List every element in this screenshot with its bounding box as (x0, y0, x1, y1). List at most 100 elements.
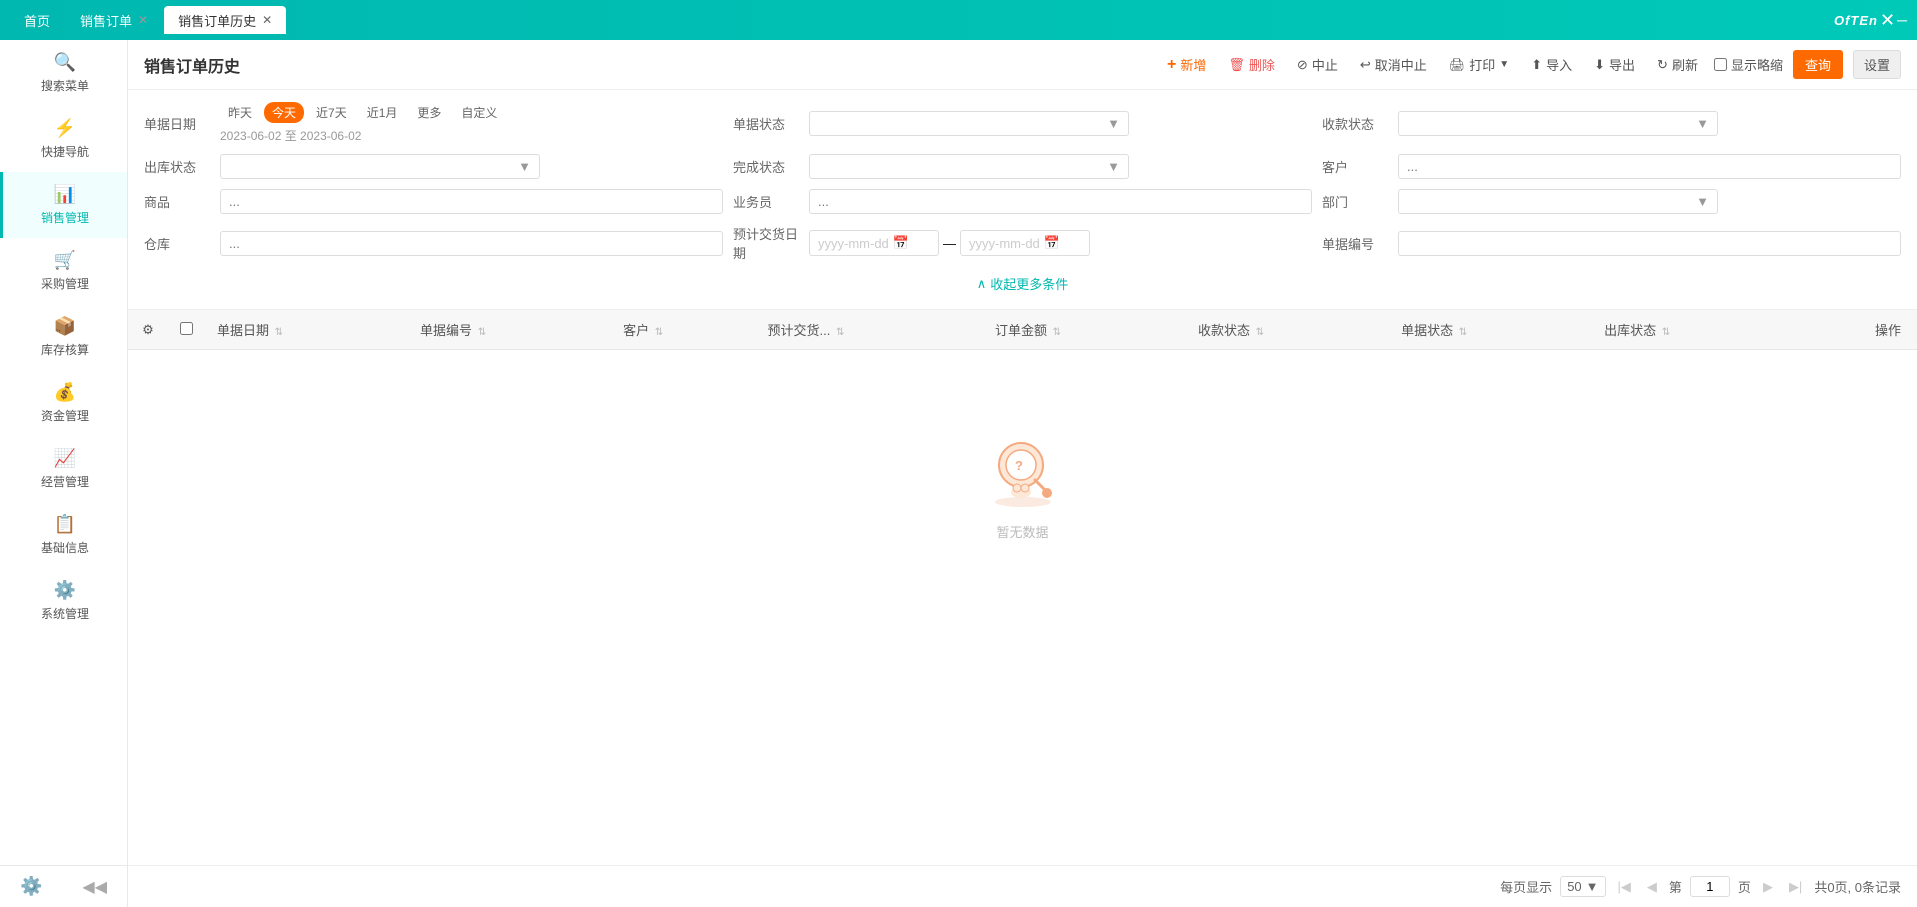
page-title: 销售订单历史 (144, 53, 240, 77)
collapse-label: 收起更多条件 (990, 274, 1068, 293)
data-table: ⚙ 单据日期 ⇅ 单据编号 ⇅ 客户 ⇅ (128, 310, 1917, 621)
col-expected-date-sort-icon: ⇅ (836, 327, 844, 338)
col-order-no[interactable]: 单据编号 ⇅ (408, 310, 611, 350)
col-amount[interactable]: 订单金额 ⇅ (983, 310, 1186, 350)
col-operation-label: 操作 (1875, 323, 1901, 338)
tab-sales-order-history-close[interactable]: ✕ (262, 13, 272, 27)
filter-complete-arrow: ▼ (1107, 159, 1120, 174)
top-bar-actions: OfTEn (1834, 13, 1878, 28)
sidebar-item-stock-check[interactable]: 📦 库存核算 (0, 304, 127, 370)
filter-warehouse-label: 仓库 (144, 234, 214, 253)
col-order-no-label: 单据编号 (420, 323, 472, 338)
display-cols-checkbox[interactable] (1714, 58, 1727, 71)
collapse-bar[interactable]: ∧ 收起更多条件 (144, 270, 1901, 297)
first-page-btn[interactable]: |◀ (1614, 877, 1635, 897)
delete-button[interactable]: 🗑 删除 (1222, 51, 1281, 78)
sidebar-settings-icon[interactable]: ⚙️ (20, 876, 42, 897)
filter-customer-input[interactable] (1407, 159, 1892, 174)
sidebar-item-operation-mgmt[interactable]: 📈 经营管理 (0, 436, 127, 502)
top-bar: 首页 销售订单 ✕ 销售订单历史 ✕ OfTEn ✕ ─ (0, 0, 1917, 40)
filter-outbound-group: 出库状态 ▼ (144, 154, 723, 179)
filter-delivery-date-group: 预计交货日期 yyyy-mm-dd 📅 — yyyy-mm-dd 📅 (733, 224, 1312, 262)
sidebar-item-fund-mgmt[interactable]: 💰 资金管理 (0, 370, 127, 436)
filter-warehouse-input[interactable] (229, 236, 714, 251)
filter-status-select[interactable]: ▼ (809, 111, 1129, 136)
empty-state-illustration: ? (983, 430, 1063, 510)
new-button[interactable]: + 新增 (1161, 51, 1212, 78)
sidebar-item-purchase-mgmt-label: 采购管理 (41, 275, 89, 292)
prev-page-btn[interactable]: ◀ (1643, 877, 1661, 897)
calendar-from-icon[interactable]: 📅 (893, 235, 909, 251)
filter-status-group: 单据状态 ▼ (733, 102, 1312, 144)
search-menu-icon: 🔍 (54, 52, 76, 73)
sidebar-item-base-info[interactable]: 📋 基础信息 (0, 502, 127, 568)
shortcut-1month[interactable]: 近1月 (359, 102, 406, 123)
filter-status-label: 单据状态 (733, 114, 803, 133)
print-button[interactable]: 🖨 打印 ▼ (1443, 51, 1515, 78)
filter-order-no-input[interactable] (1407, 236, 1892, 251)
filter-outbound-select[interactable]: ▼ (220, 154, 540, 179)
sidebar-item-sys-mgmt[interactable]: ⚙️ 系统管理 (0, 568, 127, 634)
page-size-select[interactable]: 50 ▼ (1560, 876, 1605, 897)
filter-dept-select[interactable]: ▼ (1398, 189, 1718, 214)
sidebar-item-stock-check-label: 库存核算 (41, 341, 89, 358)
shortcut-custom[interactable]: 自定义 (453, 102, 505, 123)
sidebar-item-sys-mgmt-label: 系统管理 (41, 605, 89, 622)
check-all-checkbox[interactable] (180, 322, 193, 335)
filter-product-input[interactable] (229, 194, 714, 209)
display-cols-label: 显示略缩 (1731, 55, 1783, 74)
sidebar: 🔍 搜索菜单 ⚡ 快捷导航 📊 销售管理 🛒 采购管理 📦 库存核算 💰 资金管… (0, 40, 128, 907)
filter-complete-group: 完成状态 ▼ (733, 154, 1312, 179)
export-button[interactable]: ⬇ 导出 (1588, 51, 1641, 78)
filter-product-group: 商品 (144, 189, 723, 214)
col-settings[interactable]: ⚙ (128, 310, 168, 350)
sidebar-item-sales-mgmt[interactable]: 📊 销售管理 (0, 172, 127, 238)
sidebar-item-quick-nav[interactable]: ⚡ 快捷导航 (0, 106, 127, 172)
import-button[interactable]: ⬆ 导入 (1525, 51, 1578, 78)
query-button[interactable]: 查询 (1793, 50, 1843, 79)
cancel-stop-button[interactable]: ↩ 取消中止 (1354, 51, 1433, 78)
current-page-input[interactable] (1690, 876, 1730, 897)
col-customer[interactable]: 客户 ⇅ (611, 310, 755, 350)
last-page-btn[interactable]: ▶| (1785, 877, 1806, 897)
col-amount-label: 订单金额 (995, 323, 1047, 338)
col-date[interactable]: 单据日期 ⇅ (205, 310, 408, 350)
filter-delivery-from[interactable]: yyyy-mm-dd 📅 (809, 230, 939, 256)
sidebar-item-purchase-mgmt[interactable]: 🛒 采购管理 (0, 238, 127, 304)
calendar-to-icon[interactable]: 📅 (1044, 235, 1060, 251)
col-order-no-sort-icon: ⇅ (478, 327, 486, 338)
filter-salesman-input[interactable] (818, 194, 1303, 209)
tab-home[interactable]: 首页 (10, 6, 64, 34)
filter-delivery-to[interactable]: yyyy-mm-dd 📅 (960, 230, 1090, 256)
settings-button[interactable]: 设置 (1853, 50, 1901, 79)
display-cols-check[interactable]: 显示略缩 (1714, 55, 1783, 74)
col-expected-date[interactable]: 预计交货... ⇅ (756, 310, 983, 350)
filter-payment-select[interactable]: ▼ (1398, 111, 1718, 136)
filter-salesman-group: 业务员 (733, 189, 1312, 214)
sidebar-item-sales-mgmt-label: 销售管理 (41, 209, 89, 226)
tab-sales-order-close[interactable]: ✕ (138, 13, 148, 27)
new-label: 新增 (1180, 55, 1206, 74)
col-outbound-status[interactable]: 出库状态 ⇅ (1592, 310, 1795, 350)
pagination-bar: 每页显示 50 ▼ |◀ ◀ 第 页 ▶ ▶| 共0页, 0条记录 (128, 865, 1917, 907)
window-close-icon[interactable]: ✕ (1880, 10, 1895, 31)
filter-area: 单据日期 昨天 今天 近7天 近1月 更多 自定义 2023-06-02 至 2… (128, 90, 1917, 310)
next-page-btn[interactable]: ▶ (1759, 877, 1777, 897)
col-check[interactable] (168, 310, 205, 350)
tab-sales-order[interactable]: 销售订单 ✕ (66, 6, 162, 34)
shortcut-today[interactable]: 今天 (264, 102, 304, 123)
col-doc-status[interactable]: 单据状态 ⇅ (1389, 310, 1592, 350)
page-unit: 页 (1738, 877, 1751, 896)
filter-complete-select[interactable]: ▼ (809, 154, 1129, 179)
shortcut-more[interactable]: 更多 (409, 102, 449, 123)
col-payment-status[interactable]: 收款状态 ⇅ (1186, 310, 1389, 350)
sidebar-collapse-icon[interactable]: ◀◀ (82, 877, 107, 897)
tab-sales-order-history[interactable]: 销售订单历史 ✕ (164, 6, 286, 34)
refresh-button[interactable]: ↻ 刷新 (1651, 51, 1704, 78)
stop-button[interactable]: ⊘ 中止 (1291, 51, 1344, 78)
window-minimize-icon[interactable]: ─ (1897, 12, 1907, 28)
shortcut-7days[interactable]: 近7天 (308, 102, 355, 123)
shortcut-yesterday[interactable]: 昨天 (220, 102, 260, 123)
sidebar-item-search-menu[interactable]: 🔍 搜索菜单 (0, 40, 127, 106)
chevron-up-icon: ∧ (977, 276, 987, 292)
